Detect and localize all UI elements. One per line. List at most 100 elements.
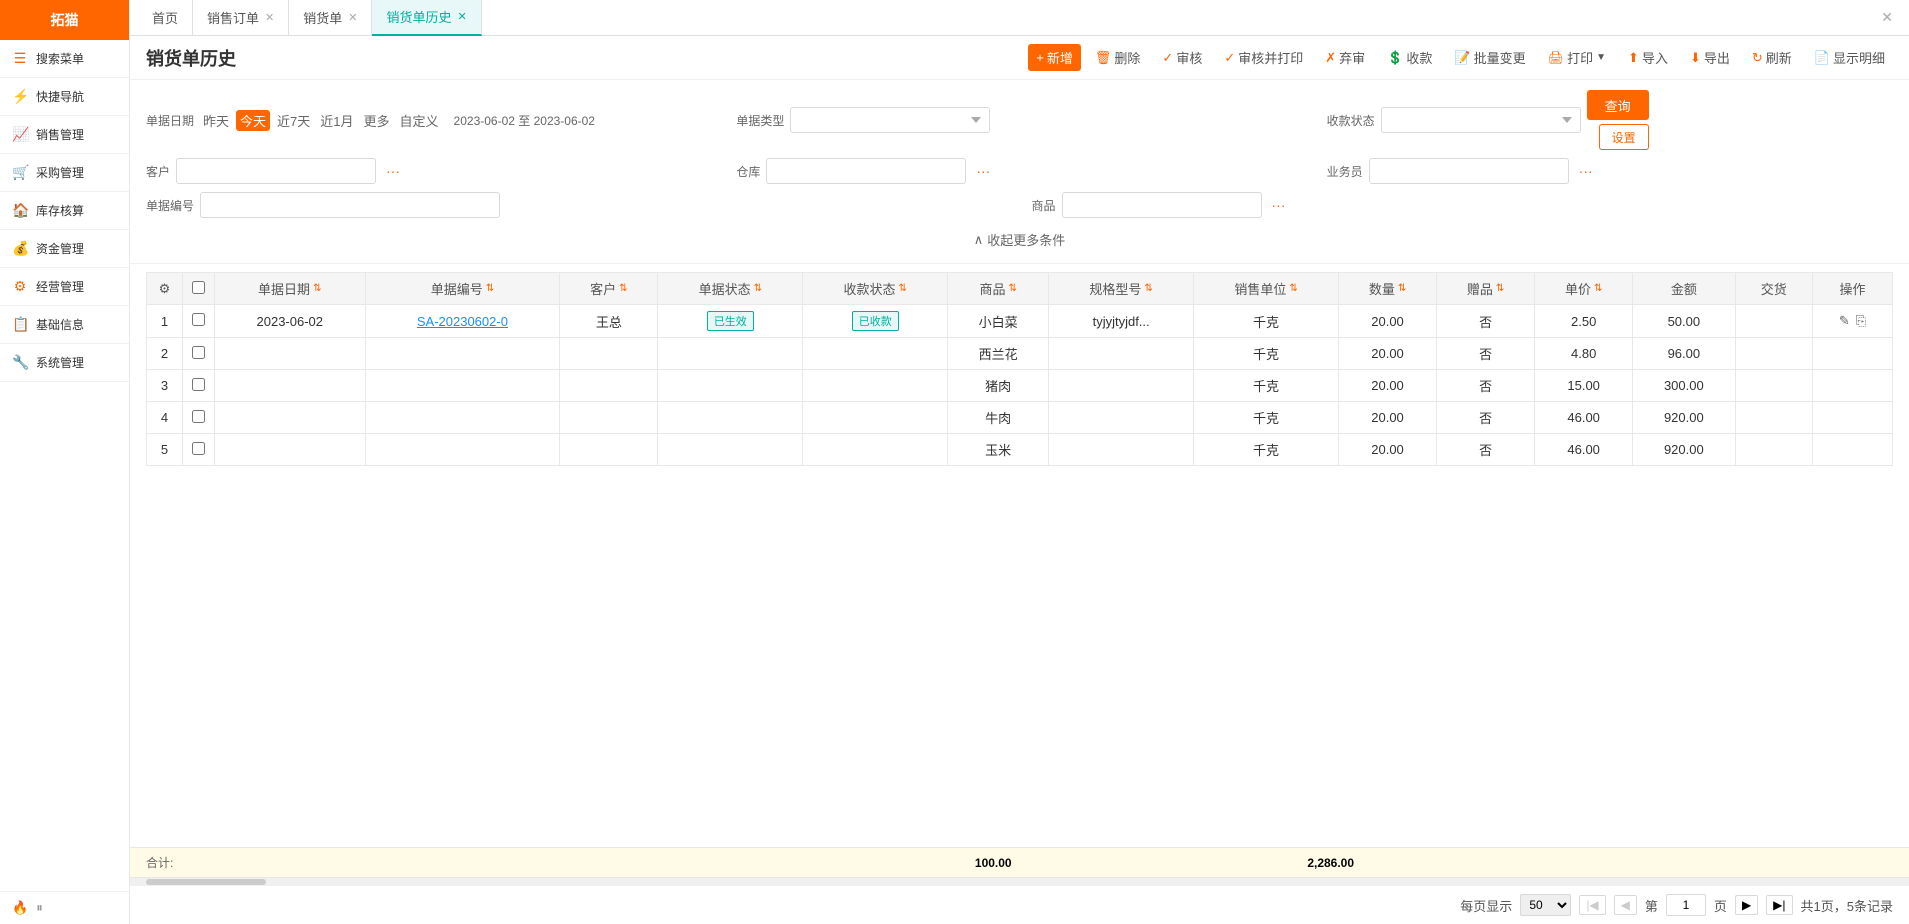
page-number-input[interactable] xyxy=(1666,894,1706,916)
sidebar-item-basic-info[interactable]: 📋 基础信息 xyxy=(0,306,129,344)
row-checkbox[interactable] xyxy=(192,410,205,423)
per-page-select[interactable]: 50 100 200 xyxy=(1520,894,1571,916)
action[interactable]: ✎⎘ xyxy=(1813,305,1893,338)
footer-qty xyxy=(206,856,881,870)
tab-sales-history[interactable]: 销货单历史 ✕ xyxy=(372,0,481,36)
show-detail-button[interactable]: 📄 显示明细 xyxy=(1806,44,1893,71)
warehouse-label: 仓库 xyxy=(736,163,760,180)
close-icon[interactable]: ✕ xyxy=(348,11,357,24)
row-checkbox[interactable] xyxy=(192,313,205,326)
refresh-button[interactable]: ↻ 刷新 xyxy=(1744,44,1800,71)
transaction xyxy=(1735,434,1813,466)
date-custom[interactable]: 自定义 xyxy=(397,110,442,131)
row-select[interactable] xyxy=(183,370,215,402)
discard-button[interactable]: ✗ 弃审 xyxy=(1317,44,1373,71)
price: 46.00 xyxy=(1535,434,1633,466)
salesperson-dots-btn[interactable]: ··· xyxy=(1575,163,1597,179)
page-last-btn[interactable]: ▶| xyxy=(1766,895,1792,915)
page-prev-btn[interactable]: ◀ xyxy=(1614,895,1637,915)
scrollbar-container[interactable] xyxy=(130,877,1909,885)
salesperson-input[interactable] xyxy=(1369,158,1569,184)
col-gift[interactable]: 赠品⇅ xyxy=(1437,273,1535,305)
col-unit[interactable]: 销售单位⇅ xyxy=(1194,273,1339,305)
doc-no-input[interactable] xyxy=(200,192,500,218)
audit-button[interactable]: ✓ 审核 xyxy=(1154,44,1210,71)
doc-no[interactable]: SA-20230602-0 xyxy=(365,305,560,338)
close-icon[interactable]: ✕ xyxy=(265,11,274,24)
row-checkbox[interactable] xyxy=(192,346,205,359)
doc-status xyxy=(658,434,803,466)
collect-button[interactable]: 💲 收款 xyxy=(1379,44,1440,71)
date-more[interactable]: 更多 xyxy=(361,110,393,131)
customer-dots-btn[interactable]: ··· xyxy=(382,163,404,179)
export-button[interactable]: ⬇ 导出 xyxy=(1682,44,1738,71)
new-button[interactable]: + 新增 xyxy=(1028,44,1081,71)
sidebar-item-search-menu[interactable]: ☰ 搜索菜单 xyxy=(0,40,129,78)
sidebar-item-finance[interactable]: 💰 资金管理 xyxy=(0,230,129,268)
date-today[interactable]: 今天 xyxy=(236,110,270,131)
copy-icon[interactable]: ⎘ xyxy=(1856,313,1866,329)
sidebar-item-label: 快捷导航 xyxy=(36,88,84,105)
settings-button[interactable]: 设置 xyxy=(1599,124,1649,150)
col-spec[interactable]: 规格型号⇅ xyxy=(1049,273,1194,305)
audit-print-button[interactable]: ✓ 审核并打印 xyxy=(1216,44,1311,71)
row-checkbox[interactable] xyxy=(192,442,205,455)
col-collect-status[interactable]: 收款状态⇅ xyxy=(803,273,948,305)
row-select[interactable] xyxy=(183,305,215,338)
sidebar-item-inventory[interactable]: 🏠 库存核算 xyxy=(0,192,129,230)
date-yesterday[interactable]: 昨天 xyxy=(200,110,232,131)
query-button[interactable]: 查询 xyxy=(1587,90,1649,120)
col-qty[interactable]: 数量⇅ xyxy=(1339,273,1437,305)
filter-row-1: 单据日期 昨天 今天 近7天 近1月 更多 自定义 2023-06-02 至 2… xyxy=(146,90,1893,150)
warehouse-input[interactable] xyxy=(766,158,966,184)
fire-icon[interactable]: 🔥 xyxy=(12,900,28,916)
gift: 否 xyxy=(1437,402,1535,434)
collapse-button[interactable]: ∧ 收起更多条件 xyxy=(146,226,1893,253)
col-goods[interactable]: 商品⇅ xyxy=(948,273,1049,305)
sidebar-item-operation[interactable]: ⚙ 经营管理 xyxy=(0,268,129,306)
row-select[interactable] xyxy=(183,338,215,370)
tabs-close-all[interactable]: ✕ xyxy=(1873,9,1901,26)
customer-input[interactable] xyxy=(176,158,376,184)
collect-status-select[interactable] xyxy=(1381,107,1581,133)
sidebar-item-sales-mgmt[interactable]: 📈 销售管理 xyxy=(0,116,129,154)
col-doc-date[interactable]: 单据日期⇅ xyxy=(215,273,366,305)
close-icon[interactable]: ✕ xyxy=(458,10,467,23)
batch-change-button[interactable]: 📝 批量变更 xyxy=(1446,44,1533,71)
tab-sales-order[interactable]: 销售订单 ✕ xyxy=(193,0,289,36)
col-price[interactable]: 单价⇅ xyxy=(1535,273,1633,305)
row-num: 2 xyxy=(147,338,183,370)
select-all-checkbox[interactable] xyxy=(192,281,205,294)
warehouse-dots-btn[interactable]: ··· xyxy=(972,163,994,179)
edit-icon[interactable]: ✎ xyxy=(1839,313,1850,329)
row-select[interactable] xyxy=(183,402,215,434)
sidebar-item-quick-nav[interactable]: ⚡ 快捷导航 xyxy=(0,78,129,116)
print-button[interactable]: 🖨 打印 ▼ xyxy=(1540,44,1614,71)
delete-button[interactable]: 🗑 删除 xyxy=(1087,44,1149,71)
col-doc-no[interactable]: 单据编号⇅ xyxy=(365,273,560,305)
col-customer[interactable]: 客户⇅ xyxy=(560,273,658,305)
sort-icon: ⇅ xyxy=(1008,283,1016,294)
tab-home[interactable]: 首页 xyxy=(138,0,193,36)
goods-input[interactable] xyxy=(1062,192,1262,218)
pause-icon[interactable]: ⏸ xyxy=(36,900,43,916)
filter-doc-type: 单据类型 xyxy=(736,107,1302,133)
row-checkbox[interactable] xyxy=(192,378,205,391)
col-doc-status[interactable]: 单据状态⇅ xyxy=(658,273,803,305)
doc-type-select[interactable] xyxy=(790,107,990,133)
date-1month[interactable]: 近1月 xyxy=(317,110,356,131)
row-select[interactable] xyxy=(183,434,215,466)
goods-dots-btn[interactable]: ··· xyxy=(1268,197,1290,213)
col-checkbox[interactable] xyxy=(183,273,215,305)
page-next-btn[interactable]: ▶ xyxy=(1735,895,1758,915)
col-settings[interactable]: ⚙ xyxy=(147,273,183,305)
import-button[interactable]: ⬆ 导入 xyxy=(1620,44,1676,71)
gift: 否 xyxy=(1437,305,1535,338)
tab-sales-delivery[interactable]: 销货单 ✕ xyxy=(289,0,372,36)
page-first-btn[interactable]: |◀ xyxy=(1579,895,1605,915)
sidebar-item-system[interactable]: 🔧 系统管理 xyxy=(0,344,129,382)
collect-status xyxy=(803,434,948,466)
sidebar-item-purchase-mgmt[interactable]: 🛒 采购管理 xyxy=(0,154,129,192)
doc-no-link[interactable]: SA-20230602-0 xyxy=(417,314,508,329)
date-7days[interactable]: 近7天 xyxy=(274,110,313,131)
